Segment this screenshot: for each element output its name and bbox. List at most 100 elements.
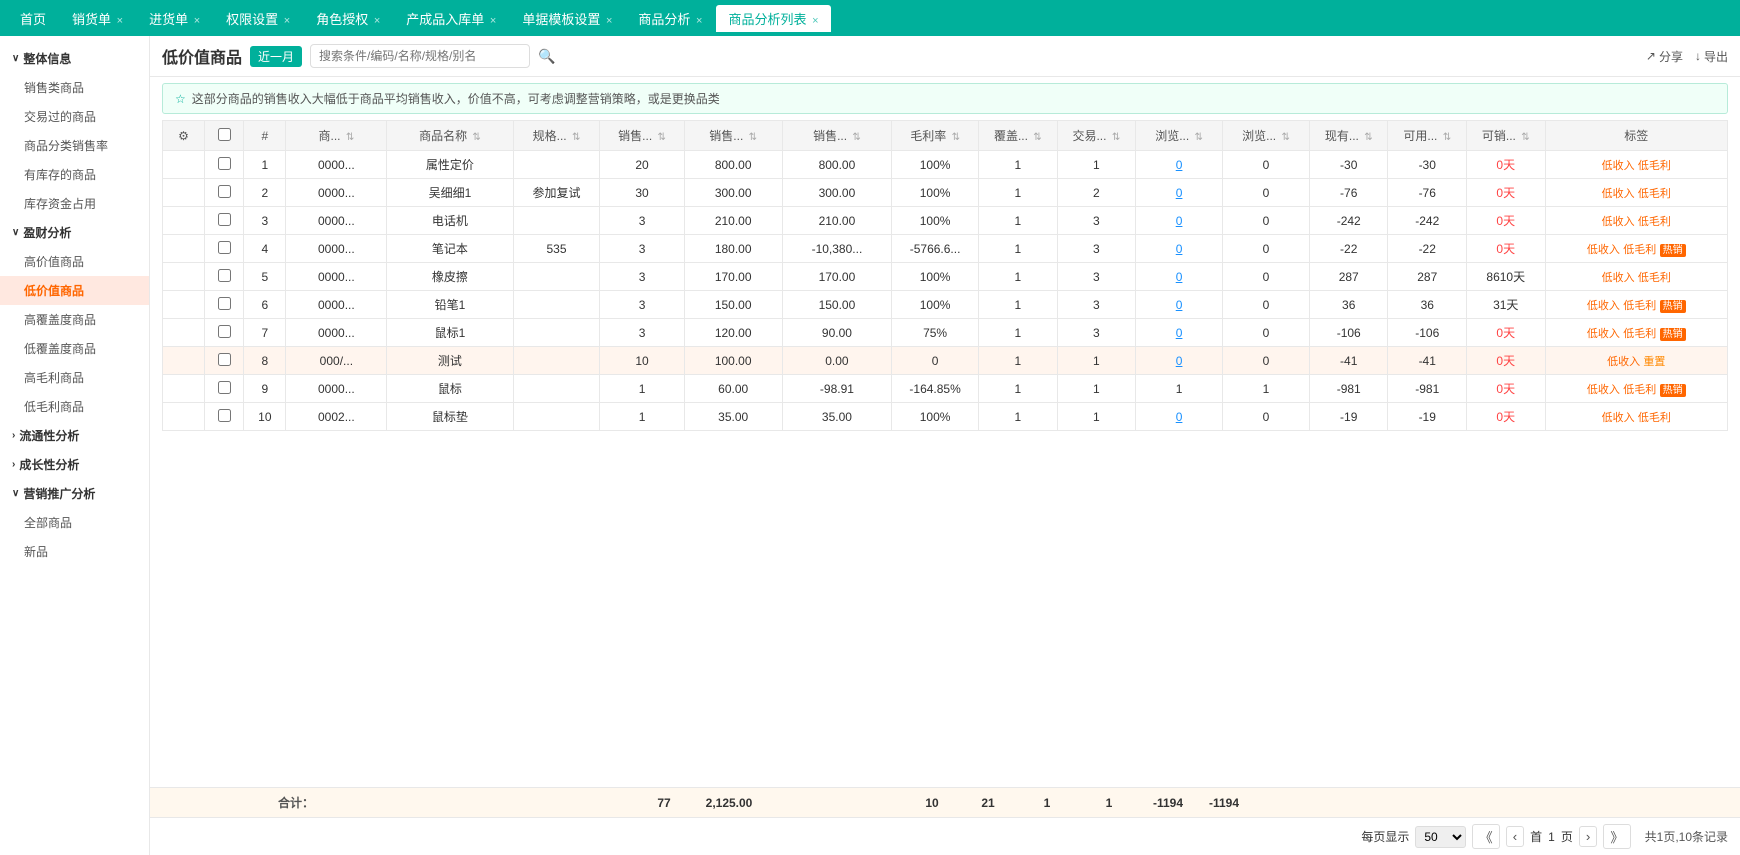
sidebar-item-high-coverage[interactable]: 高覆盖度商品 — [0, 305, 149, 334]
select-all-checkbox[interactable] — [218, 128, 231, 141]
next-page-button[interactable]: › — [1579, 826, 1597, 847]
sidebar-item-new-goods[interactable]: 新品 — [0, 537, 149, 566]
nav-home[interactable]: 首页 — [8, 5, 58, 32]
row-checkbox[interactable] — [218, 297, 231, 310]
td-checkbox[interactable] — [205, 235, 244, 263]
browse-link[interactable]: 0 — [1176, 354, 1183, 368]
sidebar-item-high-profit[interactable]: 高毛利商品 — [0, 363, 149, 392]
sidebar-item-low-coverage[interactable]: 低覆盖度商品 — [0, 334, 149, 363]
row-checkbox[interactable] — [218, 185, 231, 198]
th-settings[interactable]: ⚙ — [163, 121, 205, 151]
th-browse2[interactable]: 浏览... ⇅ — [1223, 121, 1310, 151]
td-checkbox[interactable] — [205, 151, 244, 179]
browse-link[interactable]: 0 — [1176, 158, 1183, 172]
nav-close-roles[interactable]: × — [374, 15, 380, 27]
td-browse1[interactable]: 0 — [1136, 235, 1223, 263]
td-checkbox[interactable] — [205, 403, 244, 431]
nav-sales[interactable]: 销货单 × — [60, 5, 135, 32]
nav-products[interactable]: 产成品入库单 × — [394, 5, 508, 32]
th-checkbox[interactable] — [205, 121, 244, 151]
sidebar-item-stock-goods[interactable]: 有库存的商品 — [0, 160, 149, 189]
browse-link[interactable]: 0 — [1176, 298, 1183, 312]
row-checkbox[interactable] — [218, 213, 231, 226]
th-avail[interactable]: 可用... ⇅ — [1388, 121, 1467, 151]
sidebar-item-all-goods[interactable]: 全部商品 — [0, 508, 149, 537]
nav-goods-list[interactable]: 商品分析列表 × — [716, 5, 830, 32]
nav-goods-analysis[interactable]: 商品分析 × — [626, 5, 714, 32]
nav-roles[interactable]: 角色授权 × — [304, 5, 392, 32]
row-checkbox[interactable] — [218, 409, 231, 422]
sidebar-item-traded-goods[interactable]: 交易过的商品 — [0, 102, 149, 131]
td-browse1[interactable]: 1 — [1136, 375, 1223, 403]
nav-templates[interactable]: 单据模板设置 × — [510, 5, 624, 32]
nav-close-purchase[interactable]: × — [194, 15, 200, 27]
td-checkbox[interactable] — [205, 179, 244, 207]
browse-link[interactable]: 0 — [1176, 410, 1183, 424]
settings-icon[interactable]: ⚙ — [178, 129, 189, 143]
sidebar-group-overall[interactable]: ∨ 整体信息 — [0, 44, 149, 73]
row-checkbox[interactable] — [218, 325, 231, 338]
browse-link[interactable]: 0 — [1176, 186, 1183, 200]
td-browse1[interactable]: 0 — [1136, 347, 1223, 375]
th-gross-margin[interactable]: 毛利率 ⇅ — [892, 121, 979, 151]
row-checkbox[interactable] — [218, 157, 231, 170]
sidebar-item-category-rate[interactable]: 商品分类销售率 — [0, 131, 149, 160]
row-checkbox[interactable] — [218, 353, 231, 366]
th-sellable[interactable]: 可销... ⇅ — [1467, 121, 1546, 151]
td-checkbox[interactable] — [205, 319, 244, 347]
td-checkbox[interactable] — [205, 263, 244, 291]
nav-close-sales[interactable]: × — [117, 15, 123, 27]
nav-close-goods-analysis[interactable]: × — [696, 15, 702, 27]
th-coverage[interactable]: 覆盖... ⇅ — [979, 121, 1058, 151]
td-checkbox[interactable] — [205, 347, 244, 375]
first-page-button[interactable]: 《 — [1472, 824, 1499, 849]
th-stock1[interactable]: 现有... ⇅ — [1309, 121, 1388, 151]
th-sales-amount[interactable]: 销售... ⇅ — [684, 121, 782, 151]
row-checkbox[interactable] — [218, 381, 231, 394]
browse-link[interactable]: 0 — [1176, 326, 1183, 340]
th-code[interactable]: 商... ⇅ — [286, 121, 387, 151]
sidebar-group-marketing[interactable]: ∨ 营销推广分析 — [0, 479, 149, 508]
nav-purchase[interactable]: 进货单 × — [137, 5, 212, 32]
nav-permissions[interactable]: 权限设置 × — [214, 5, 302, 32]
sidebar-group-growth[interactable]: › 成长性分析 — [0, 450, 149, 479]
sidebar-item-stock-capital[interactable]: 库存资金占用 — [0, 189, 149, 218]
row-checkbox[interactable] — [218, 241, 231, 254]
td-checkbox[interactable] — [205, 207, 244, 235]
last-page-button[interactable]: 》 — [1603, 824, 1630, 849]
td-checkbox[interactable] — [205, 375, 244, 403]
nav-close-permissions[interactable]: × — [284, 15, 290, 27]
td-browse1[interactable]: 0 — [1136, 263, 1223, 291]
th-trades[interactable]: 交易... ⇅ — [1057, 121, 1136, 151]
sidebar-group-profit[interactable]: ∨ 盈财分析 — [0, 218, 149, 247]
browse-link[interactable]: 0 — [1176, 270, 1183, 284]
sidebar-item-low-profit[interactable]: 低毛利商品 — [0, 392, 149, 421]
sidebar-item-low-value[interactable]: 低价值商品 — [0, 276, 149, 305]
td-checkbox[interactable] — [205, 291, 244, 319]
browse-link[interactable]: 0 — [1176, 214, 1183, 228]
th-name[interactable]: 商品名称 ⇅ — [387, 121, 513, 151]
share-button[interactable]: ↗ 分享 — [1646, 48, 1683, 65]
search-input[interactable] — [310, 44, 530, 68]
browse-link[interactable]: 0 — [1176, 242, 1183, 256]
th-spec[interactable]: 规格... ⇅ — [513, 121, 600, 151]
th-sales-profit[interactable]: 销售... ⇅ — [782, 121, 891, 151]
nav-close-products[interactable]: × — [490, 15, 496, 27]
nav-close-templates[interactable]: × — [606, 15, 612, 27]
filter-tag-button[interactable]: 近一月 — [250, 46, 302, 67]
export-button[interactable]: ↓ 导出 — [1695, 48, 1728, 65]
per-page-select[interactable]: 50 100 200 — [1415, 826, 1466, 848]
sidebar-item-sales-goods[interactable]: 销售类商品 — [0, 73, 149, 102]
td-browse1[interactable]: 0 — [1136, 207, 1223, 235]
th-browse1[interactable]: 浏览... ⇅ — [1136, 121, 1223, 151]
nav-close-goods-list[interactable]: × — [812, 15, 818, 27]
prev-page-button[interactable]: ‹ — [1506, 826, 1524, 847]
th-sales-qty[interactable]: 销售... ⇅ — [600, 121, 684, 151]
td-browse1[interactable]: 0 — [1136, 291, 1223, 319]
td-browse1[interactable]: 0 — [1136, 403, 1223, 431]
td-browse1[interactable]: 0 — [1136, 319, 1223, 347]
sidebar-group-circulation[interactable]: › 流通性分析 — [0, 421, 149, 450]
row-checkbox[interactable] — [218, 269, 231, 282]
td-browse1[interactable]: 0 — [1136, 151, 1223, 179]
search-icon[interactable]: 🔍 — [538, 48, 555, 65]
